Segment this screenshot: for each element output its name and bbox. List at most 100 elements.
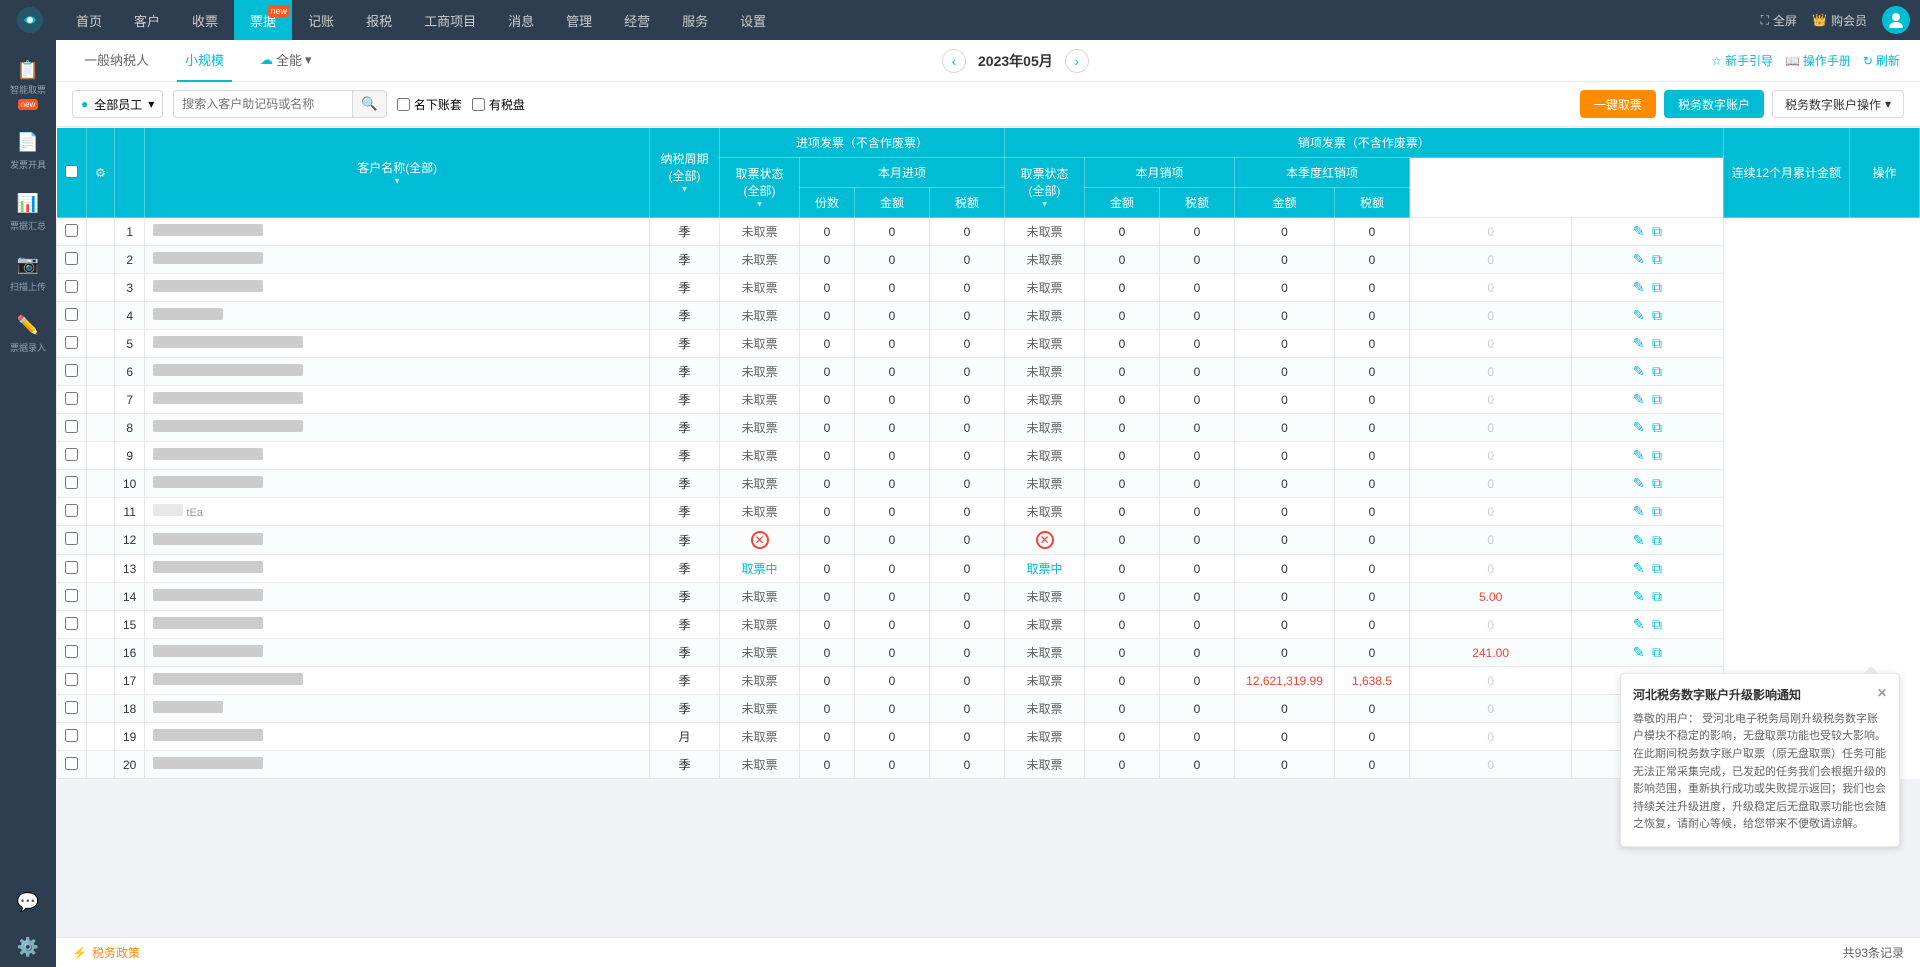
row-checkbox[interactable]: [65, 336, 78, 349]
user-avatar[interactable]: [1882, 6, 1910, 34]
row-checkbox[interactable]: [65, 645, 78, 658]
copy-action[interactable]: ⧉: [1652, 447, 1662, 463]
edit-action[interactable]: ✎: [1633, 644, 1645, 660]
notification-close-btn[interactable]: ✕: [1877, 686, 1887, 703]
row-checkbox[interactable]: [65, 532, 78, 545]
row-checkbox[interactable]: [65, 504, 78, 517]
search-button[interactable]: 🔍: [352, 90, 387, 118]
copy-action[interactable]: ⧉: [1652, 391, 1662, 407]
row-checkbox[interactable]: [65, 729, 78, 742]
row-checkbox[interactable]: [65, 561, 78, 574]
sidebar-item-smart-ticket[interactable]: 📋 智能取票 new: [3, 50, 53, 118]
copy-action[interactable]: ⧉: [1652, 560, 1662, 576]
row-checkbox[interactable]: [65, 476, 78, 489]
sidebar-item-scan[interactable]: 📷 扫描上传: [3, 245, 53, 301]
nav-business[interactable]: 工商项目: [408, 0, 492, 40]
sidebar-item-chat[interactable]: 💬: [3, 882, 53, 922]
copy-action[interactable]: ⧉: [1652, 475, 1662, 491]
row-checkbox[interactable]: [65, 701, 78, 714]
edit-action[interactable]: ✎: [1633, 307, 1645, 323]
edit-action[interactable]: ✎: [1633, 560, 1645, 576]
manual-link[interactable]: 📖 操作手册: [1785, 52, 1851, 69]
cell-out-amount: 0: [1085, 555, 1160, 583]
nav-client[interactable]: 客户: [118, 0, 176, 40]
edit-action[interactable]: ✎: [1633, 532, 1645, 548]
row-checkbox[interactable]: [65, 364, 78, 377]
row-checkbox[interactable]: [65, 252, 78, 265]
cell-config: [87, 639, 115, 667]
nav-invoice[interactable]: 票据 new: [234, 0, 292, 40]
sidebar-item-entry[interactable]: ✏️ 票据录入: [3, 306, 53, 362]
has-taxbox-check[interactable]: [472, 98, 485, 111]
tax-ops-btn[interactable]: 税务数字账户操作 ▾: [1772, 90, 1904, 118]
nav-settings[interactable]: 设置: [724, 0, 782, 40]
copy-action[interactable]: ⧉: [1652, 616, 1662, 632]
copy-action[interactable]: ⧉: [1652, 335, 1662, 351]
edit-action[interactable]: ✎: [1633, 616, 1645, 632]
refresh-link[interactable]: ↻ 刷新: [1863, 52, 1900, 69]
prev-period-btn[interactable]: ‹: [942, 49, 966, 73]
tab-general-taxpayer[interactable]: 一般纳税人: [76, 40, 157, 82]
edit-action[interactable]: ✎: [1633, 251, 1645, 267]
copy-action[interactable]: ⧉: [1652, 223, 1662, 239]
nav-bookkeeping[interactable]: 记账: [292, 0, 350, 40]
copy-action[interactable]: ⧉: [1652, 363, 1662, 379]
copy-action[interactable]: ⧉: [1652, 307, 1662, 323]
sub-accounts-check[interactable]: [397, 98, 410, 111]
tax-policy-link[interactable]: ⚡ 税务政策: [72, 944, 140, 961]
copy-action[interactable]: ⧉: [1652, 644, 1662, 660]
search-input[interactable]: [173, 90, 353, 118]
cell-in-amount: 0: [855, 330, 930, 358]
nav-tax[interactable]: 报税: [350, 0, 408, 40]
edit-action[interactable]: ✎: [1633, 363, 1645, 379]
edit-action[interactable]: ✎: [1633, 279, 1645, 295]
edit-action[interactable]: ✎: [1633, 588, 1645, 604]
sidebar-item-open-invoice[interactable]: 📄 发票开具: [3, 123, 53, 179]
nav-manage[interactable]: 管理: [550, 0, 608, 40]
edit-action[interactable]: ✎: [1633, 335, 1645, 351]
sub-accounts-checkbox[interactable]: 名下账套: [397, 96, 462, 113]
employee-select[interactable]: ● 全部员工 ▾: [72, 90, 163, 118]
edit-action[interactable]: ✎: [1633, 475, 1645, 491]
edit-action[interactable]: ✎: [1633, 447, 1645, 463]
fullscreen-btn[interactable]: ⛶ 全屏: [1761, 12, 1797, 29]
edit-action[interactable]: ✎: [1633, 391, 1645, 407]
row-checkbox[interactable]: [65, 420, 78, 433]
nav-service[interactable]: 服务: [666, 0, 724, 40]
copy-action[interactable]: ⧉: [1652, 419, 1662, 435]
has-taxbox-checkbox[interactable]: 有税盘: [472, 96, 525, 113]
next-period-btn[interactable]: ›: [1065, 49, 1089, 73]
select-all-checkbox[interactable]: [65, 165, 78, 178]
member-btn[interactable]: 👑 购会员: [1812, 12, 1867, 29]
cell-status-out: 未取票: [1005, 358, 1085, 386]
edit-action[interactable]: ✎: [1633, 503, 1645, 519]
row-checkbox[interactable]: [65, 757, 78, 770]
row-checkbox[interactable]: [65, 308, 78, 321]
row-checkbox[interactable]: [65, 673, 78, 686]
edit-action[interactable]: ✎: [1633, 223, 1645, 239]
nav-home[interactable]: 首页: [60, 0, 118, 40]
row-checkbox[interactable]: [65, 589, 78, 602]
copy-action[interactable]: ⧉: [1652, 588, 1662, 604]
copy-action[interactable]: ⧉: [1652, 503, 1662, 519]
nav-receive[interactable]: 收票: [176, 0, 234, 40]
row-checkbox[interactable]: [65, 280, 78, 293]
cell-in-tax: 0: [930, 639, 1005, 667]
copy-action[interactable]: ⧉: [1652, 279, 1662, 295]
row-checkbox[interactable]: [65, 617, 78, 630]
copy-action[interactable]: ⧉: [1652, 532, 1662, 548]
row-checkbox[interactable]: [65, 392, 78, 405]
nav-operate[interactable]: 经营: [608, 0, 666, 40]
sidebar-item-config[interactable]: ⚙️: [3, 927, 53, 967]
tax-digital-account-btn[interactable]: 税务数字账户: [1664, 90, 1764, 118]
sidebar-item-summary[interactable]: 📊 票据汇总: [3, 184, 53, 240]
tab-small-scale[interactable]: 小规模: [177, 40, 232, 82]
edit-action[interactable]: ✎: [1633, 419, 1645, 435]
guide-link[interactable]: ☆ 新手引导: [1711, 52, 1773, 69]
tab-all[interactable]: ☁ 全能 ▾: [252, 40, 320, 82]
nav-message[interactable]: 消息: [492, 0, 550, 40]
one-click-ticket-btn[interactable]: 一键取票: [1580, 90, 1656, 118]
copy-action[interactable]: ⧉: [1652, 251, 1662, 267]
row-checkbox[interactable]: [65, 448, 78, 461]
row-checkbox[interactable]: [65, 224, 78, 237]
